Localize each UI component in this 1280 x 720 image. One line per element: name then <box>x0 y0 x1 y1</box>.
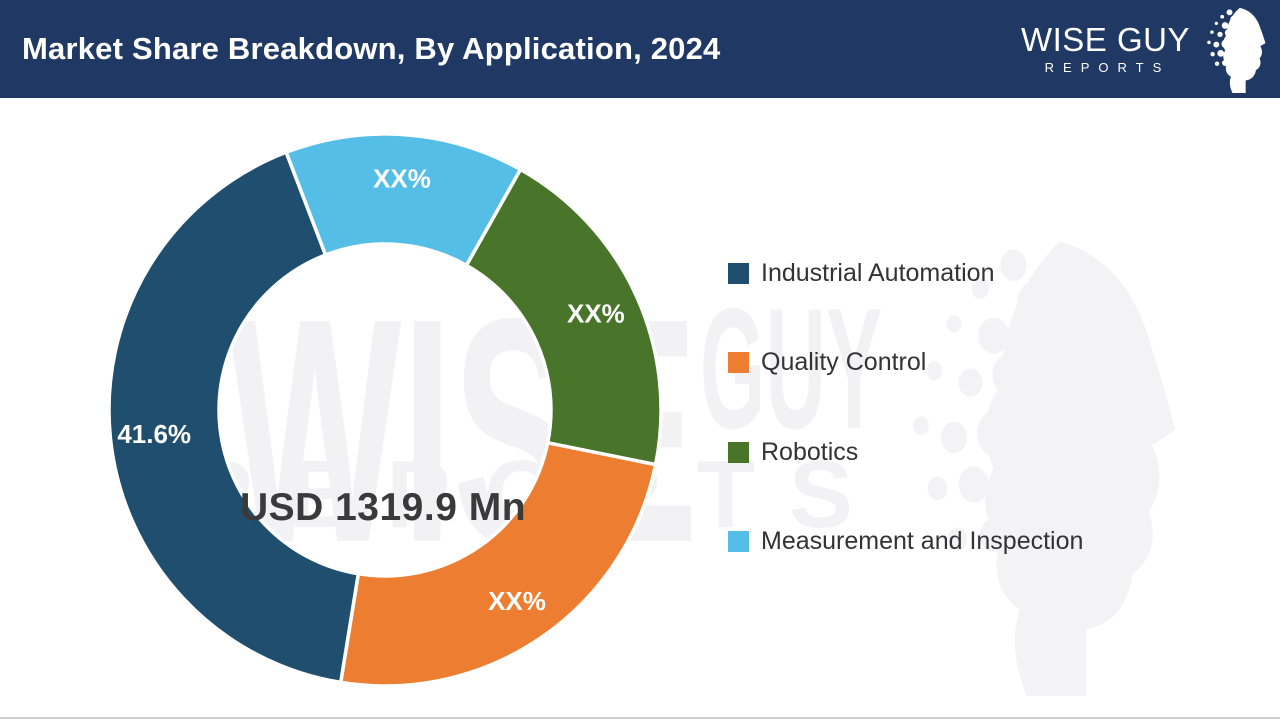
donut-slice-quality-control <box>338 441 658 688</box>
slice-pct-label: XX% <box>488 586 546 616</box>
legend-item-measurement-and-inspection: Measurement and Inspection <box>728 527 1084 556</box>
header-bar: Market Share Breakdown, By Application, … <box>0 0 1280 98</box>
legend-item-robotics: Robotics <box>728 438 858 466</box>
donut-chart: XX% XX% XX% 41.6% <box>107 132 663 688</box>
slice-pct-label: XX% <box>567 298 625 328</box>
brand-head-icon <box>1207 7 1266 93</box>
legend-swatch <box>728 352 749 373</box>
legend-item-industrial-automation: Industrial Automation <box>728 259 994 287</box>
slice-pct-label: 41.6% <box>117 419 191 449</box>
brand-subname: REPORTS <box>1044 60 1171 75</box>
bottom-border <box>0 717 1280 719</box>
brand-logo-text: WISE GUY REPORTS <box>1020 21 1190 76</box>
slice-pct-label: XX% <box>373 164 431 194</box>
legend-swatch <box>728 531 749 552</box>
legend-label: Quality Control <box>761 348 927 376</box>
legend-label: Measurement and Inspection <box>761 527 1084 555</box>
legend-item-quality-control: Quality Control <box>728 348 927 377</box>
legend-swatch <box>728 441 749 463</box>
legend-label: Robotics <box>761 437 859 466</box>
brand-name: WISE GUY <box>1020 21 1190 58</box>
donut-slice-robotics <box>464 167 663 467</box>
brand-logo: WISE GUY REPORTS <box>1021 0 1268 98</box>
legend-swatch <box>728 262 749 284</box>
page-title: Market Share Breakdown, By Application, … <box>22 31 721 66</box>
donut-center-value: USD 1319.9 Mn <box>239 486 527 529</box>
legend-label: Industrial Automation <box>761 258 995 287</box>
chart-area: WISE GUY REPORTS XX%XX%XX%41.6% USD 1319… <box>0 98 1280 720</box>
